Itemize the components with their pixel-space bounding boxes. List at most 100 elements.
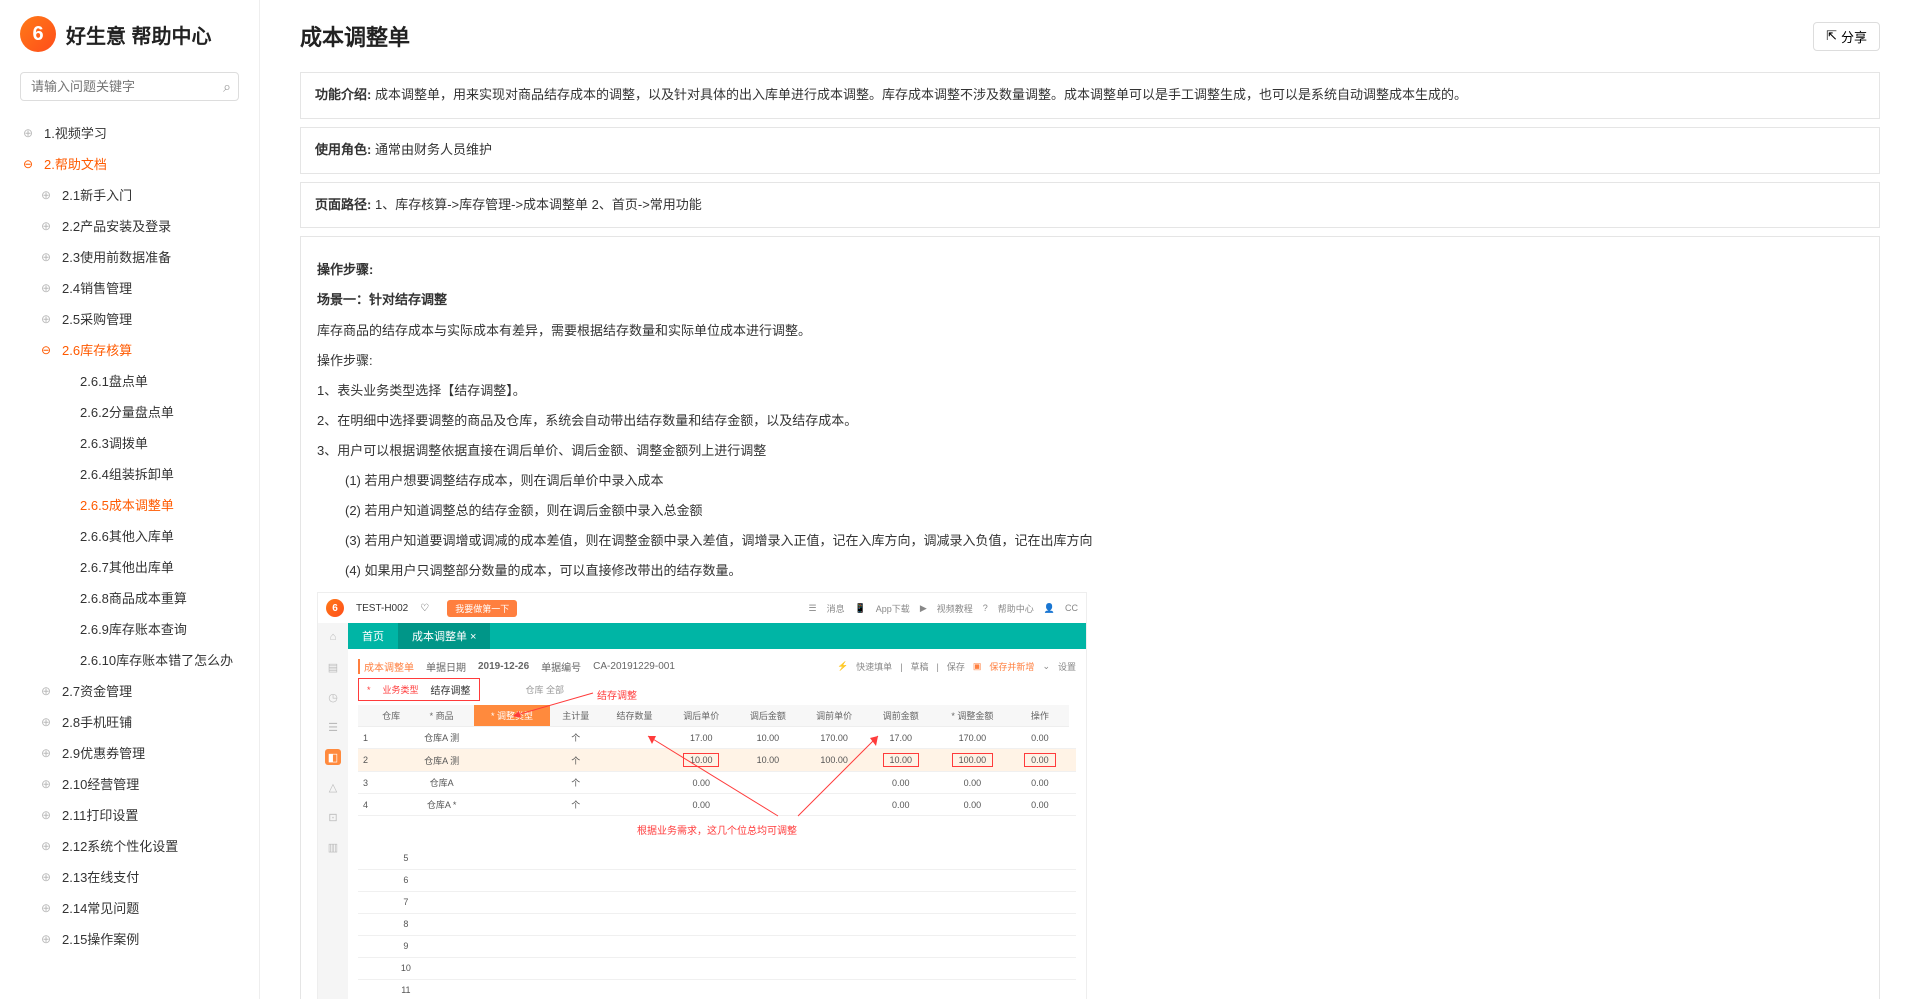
- blank-icon: [56, 404, 72, 420]
- plus-icon: ⊕: [38, 869, 54, 885]
- nav-tree: ⊕1.视频学习⊖2.帮助文档⊕2.1新手入门⊕2.2产品安装及登录⊕2.3使用前…: [20, 117, 239, 954]
- plus-icon: ⊕: [38, 187, 54, 203]
- plus-icon: ⊕: [38, 807, 54, 823]
- nav-item-label: 2.6.3调拨单: [80, 433, 148, 452]
- nav-item[interactable]: ⊕ 2.10经营管理: [20, 768, 239, 799]
- plus-icon: ⊕: [38, 218, 54, 234]
- nav-item[interactable]: ⊕2.2产品安装及登录: [20, 210, 239, 241]
- nav-item[interactable]: ⊕ 2.9优惠券管理: [20, 737, 239, 768]
- nav-item[interactable]: 2.6.3调拨单: [20, 427, 239, 458]
- nav-item[interactable]: ⊕ 2.1新手入门: [20, 179, 239, 210]
- nav-item[interactable]: ⊕ 2.3使用前数据准备: [20, 241, 239, 272]
- nav-item-label: 2.1新手入门: [62, 185, 132, 204]
- nav-item-label: 2.6库存核算: [62, 340, 132, 359]
- nav-item[interactable]: ⊕2.12系统个性化设置: [20, 830, 239, 861]
- search-input[interactable]: [20, 72, 239, 101]
- nav-item-label: 2.6.9库存账本查询: [80, 619, 187, 638]
- mockup-top-icons: ☰ 消息 📱App下载 ▶视频教程 ?帮助中心 👤CC: [808, 602, 1078, 615]
- blank-icon: [56, 497, 72, 513]
- nav-item-label: 2.3使用前数据准备: [62, 247, 171, 266]
- blank-icon: [56, 652, 72, 668]
- nav-item[interactable]: 2.6.7其他出库单: [20, 551, 239, 582]
- main-content: 成本调整单 ⇱ 分享 功能介绍: 成本调整单，用来实现对商品结存成本的调整，以及…: [260, 0, 1920, 999]
- nav-item[interactable]: 2.6.8商品成本重算: [20, 582, 239, 613]
- plus-icon: ⊕: [38, 280, 54, 296]
- nav-item[interactable]: 2.6.5成本调整单: [20, 489, 239, 520]
- nav-item[interactable]: 2.6.10库存账本错了怎么办: [20, 644, 239, 675]
- blank-icon: [56, 466, 72, 482]
- mockup-tabs: 首页 成本调整单 ×: [348, 623, 1086, 649]
- mockup-red-note: 根据业务需求，这几个位总均可调整: [358, 816, 1076, 843]
- nav-item[interactable]: ⊕2.13在线支付: [20, 861, 239, 892]
- nav-item[interactable]: ⊖2.6库存核算: [20, 334, 239, 365]
- nav-item[interactable]: ⊕2.8手机旺铺: [20, 706, 239, 737]
- sidebar: 6 好生意 帮助中心 ⌕ ⊕1.视频学习⊖2.帮助文档⊕2.1新手入门⊕2.2产…: [0, 0, 260, 999]
- step-3-4: (4) 如果用户只调整部分数量的成本，可以直接修改带出的结存数量。: [317, 560, 1863, 582]
- page-header: 成本调整单 ⇱ 分享: [300, 20, 1880, 52]
- nav-item-label: 2.帮助文档: [44, 154, 107, 173]
- blank-icon: [56, 559, 72, 575]
- nav-item-label: 2.12系统个性化设置: [62, 836, 178, 855]
- nav-item[interactable]: ⊕2.5采购管理: [20, 303, 239, 334]
- step-1: 1、表头业务类型选择【结存调整】。: [317, 380, 1863, 402]
- brand-title: 好生意 帮助中心: [66, 20, 212, 49]
- mockup-inner: 成本调整单 单据日期 2019-12-26 单据编号 CA-20191229-0…: [348, 649, 1086, 999]
- mockup-side-icons: ⌂▤◷☰◧△⊡▥: [318, 623, 348, 999]
- plus-icon: ⊕: [38, 776, 54, 792]
- mockup-logo-icon: 6: [326, 599, 344, 617]
- nav-item-label: 2.5采购管理: [62, 309, 132, 328]
- info-label: 使用角色:: [315, 142, 371, 157]
- nav-item-label: 1.视频学习: [44, 123, 107, 142]
- nav-item-label: 2.6.8商品成本重算: [80, 588, 187, 607]
- nav-item[interactable]: 2.6.6其他入库单: [20, 520, 239, 551]
- info-box-path: 页面路径: 1、库存核算->库存管理->成本调整单 2、首页->常用功能: [300, 182, 1880, 229]
- mockup-table: 仓库* 商品* 调整类型主计量结存数量调后单价调后金额调前单价调前金额* 调整金…: [358, 705, 1076, 816]
- nav-item-label: 2.10经营管理: [62, 774, 139, 793]
- nav-item-label: 2.6.1盘点单: [80, 371, 148, 390]
- nav-item-label: 2.7资金管理: [62, 681, 132, 700]
- plus-icon: ⊕: [38, 745, 54, 761]
- nav-item[interactable]: ⊕2.7资金管理: [20, 675, 239, 706]
- plus-icon: ⊕: [38, 931, 54, 947]
- blank-icon: [56, 373, 72, 389]
- share-button[interactable]: ⇱ 分享: [1813, 22, 1880, 51]
- step-3: 3、用户可以根据调整依据直接在调后单价、调后金额、调整金额列上进行调整: [317, 440, 1863, 462]
- nav-item[interactable]: 2.6.1盘点单: [20, 365, 239, 396]
- nav-item[interactable]: 2.6.2分量盘点单: [20, 396, 239, 427]
- nav-item[interactable]: ⊖2.帮助文档: [20, 148, 239, 179]
- nav-item-label: 2.6.6其他入库单: [80, 526, 174, 545]
- search-icon[interactable]: ⌕: [223, 78, 231, 95]
- mockup-screenshot: 6 TEST-H002 ♡ 我要做第一下 ☰ 消息 📱App下载 ▶视频教程 ?…: [317, 592, 1087, 999]
- step-3-3: (3) 若用户知道要调增或调减的成本差值，则在调整金额中录入差值，调增录入正值，…: [317, 530, 1863, 552]
- info-text: 成本调整单，用来实现对商品结存成本的调整，以及针对具体的出入库单进行成本调整。库…: [375, 87, 1467, 102]
- nav-item[interactable]: ⊕2.14常见问题: [20, 892, 239, 923]
- nav-item-label: 2.9优惠券管理: [62, 743, 145, 762]
- nav-item[interactable]: 2.6.9库存账本查询: [20, 613, 239, 644]
- mockup-test-label: TEST-H002: [356, 603, 408, 614]
- info-label: 功能介绍:: [315, 87, 371, 102]
- step-3-2: (2) 若用户知道调整总的结存金额，则在调后金额中录入总金额: [317, 500, 1863, 522]
- share-icon: ⇱: [1826, 28, 1837, 44]
- nav-item[interactable]: ⊕ 2.4销售管理: [20, 272, 239, 303]
- step-3-1: (1) 若用户想要调整结存成本，则在调后单价中录入成本: [317, 470, 1863, 492]
- nav-item[interactable]: 2.6.4组装拆卸单: [20, 458, 239, 489]
- nav-item[interactable]: ⊕1.视频学习: [20, 117, 239, 148]
- info-text: 通常由财务人员维护: [375, 142, 492, 157]
- mockup-tab-active: 成本调整单 ×: [398, 623, 490, 649]
- nav-item-label: 2.11打印设置: [62, 805, 138, 824]
- nav-item-label: 2.15操作案例: [62, 929, 139, 948]
- nav-item-label: 2.6.4组装拆卸单: [80, 464, 174, 483]
- nav-item-label: 2.6.2分量盘点单: [80, 402, 174, 421]
- nav-item[interactable]: ⊕ 2.11打印设置: [20, 799, 239, 830]
- nav-item-label: 2.4销售管理: [62, 278, 132, 297]
- plus-icon: ⊕: [38, 249, 54, 265]
- nav-item-label: 2.6.5成本调整单: [80, 495, 174, 514]
- nav-item[interactable]: ⊕ 2.15操作案例: [20, 923, 239, 954]
- mockup-header: 6 TEST-H002 ♡ 我要做第一下 ☰ 消息 📱App下载 ▶视频教程 ?…: [318, 593, 1086, 623]
- blank-icon: [56, 590, 72, 606]
- info-box-intro: 功能介绍: 成本调整单，用来实现对商品结存成本的调整，以及针对具体的出入库单进行…: [300, 72, 1880, 119]
- scenario-heading: 场景一：针对结存调整: [317, 289, 1863, 311]
- blank-icon: [56, 435, 72, 451]
- info-text: 1、库存核算->库存管理->成本调整单 2、首页->常用功能: [375, 197, 702, 212]
- plus-icon: ⊕: [38, 900, 54, 916]
